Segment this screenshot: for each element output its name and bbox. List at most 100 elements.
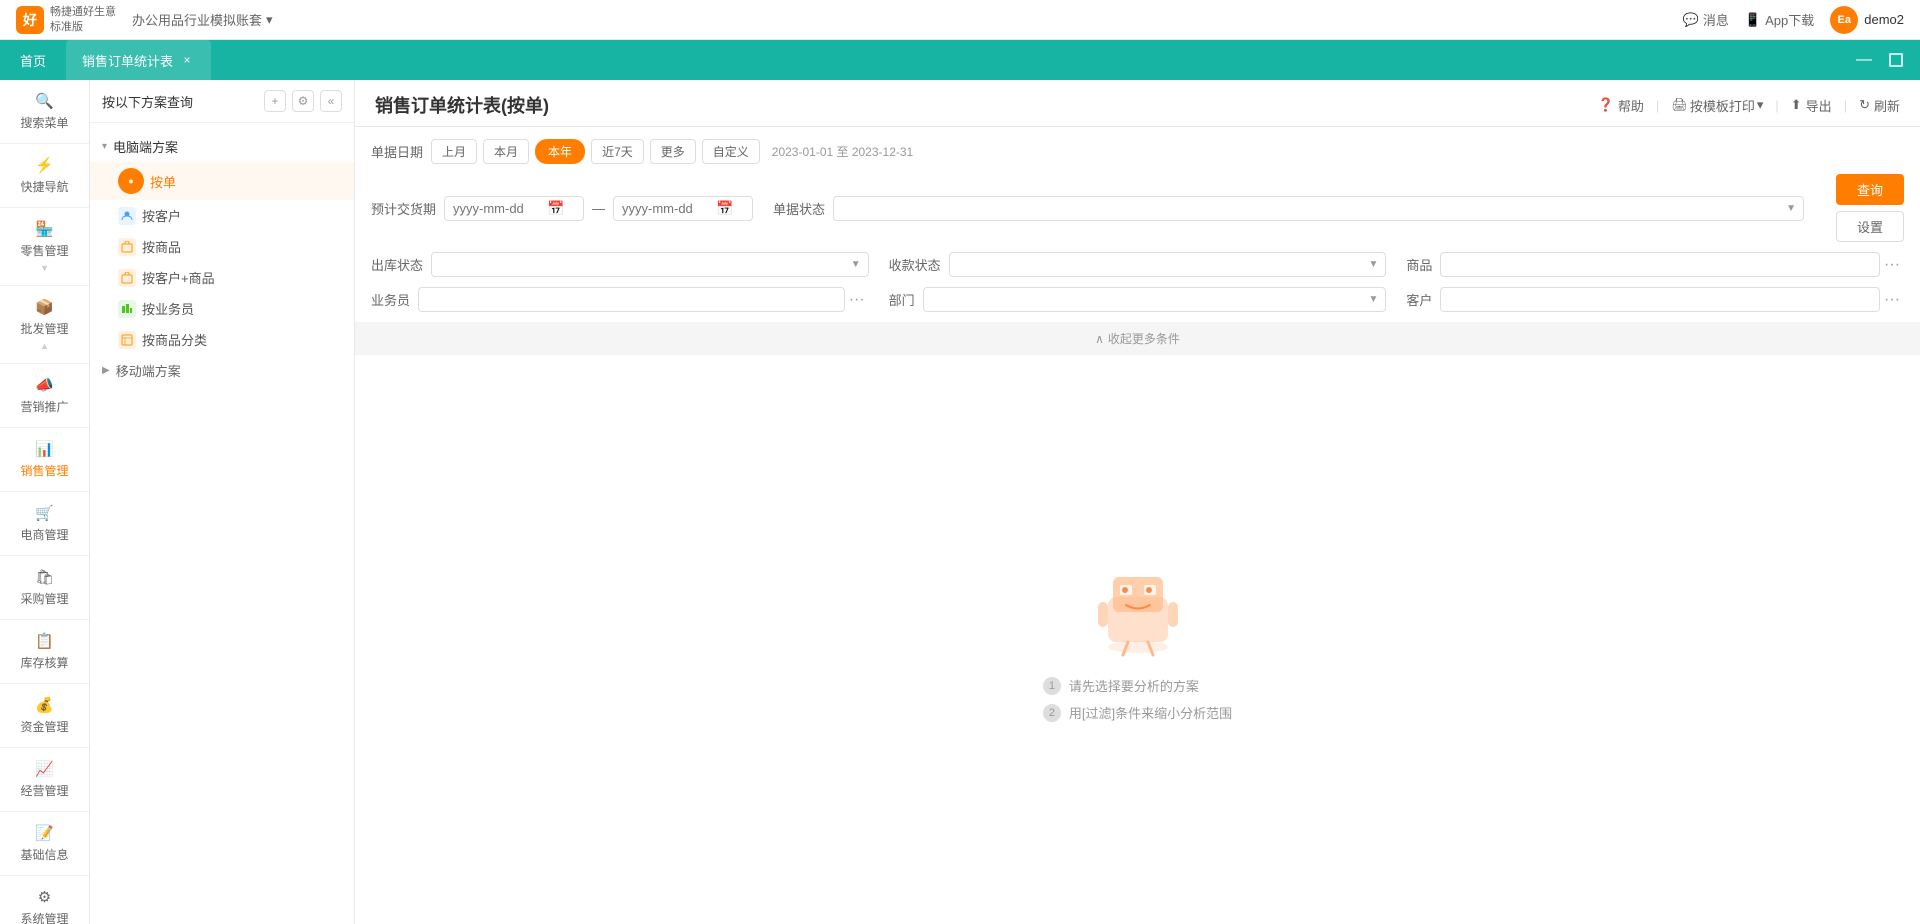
- filter-section: 单据日期 上月 本月 本年 近7天 更多 自定义 2023-01-01 至 20…: [355, 127, 1920, 355]
- customer-input[interactable]: [1440, 287, 1880, 312]
- sidebar-item-ecommerce[interactable]: 🛒 电商管理: [0, 492, 89, 556]
- sidebar-item-sales[interactable]: 📊 销售管理: [0, 428, 89, 492]
- date-btn-this-year[interactable]: 本年: [535, 139, 585, 164]
- search-icon: 🔍: [35, 92, 54, 110]
- empty-tips: 1 请先选择要分析的方案 2 用[过滤]条件来缩小分析范围: [1043, 676, 1232, 722]
- workspace-arrow-icon: ▾: [266, 12, 273, 28]
- empty-tip-2: 2 用[过滤]条件来缩小分析范围: [1043, 703, 1232, 722]
- delivery-date-from[interactable]: 📅: [444, 196, 584, 221]
- customer-more-btn[interactable]: ···: [1880, 291, 1904, 309]
- date-btn-last-7-days[interactable]: 近7天: [591, 139, 644, 164]
- workspace-selector[interactable]: 办公用品行业模拟账套 ▾: [124, 8, 281, 31]
- export-icon: ⬆: [1791, 97, 1802, 113]
- calendar-from-icon[interactable]: 📅: [547, 200, 564, 217]
- sidebar-item-purchase[interactable]: 🛍 采购管理: [0, 556, 89, 620]
- salesperson-more-btn[interactable]: ···: [845, 291, 869, 309]
- desktop-group-label: 电脑端方案: [113, 137, 178, 156]
- collapse-panel-btn[interactable]: «: [320, 90, 342, 112]
- delivery-status-wrapper: ▼: [431, 252, 869, 277]
- settings-button[interactable]: 设置: [1836, 211, 1904, 242]
- tab-home[interactable]: 首页: [0, 40, 66, 80]
- order-status-select[interactable]: [833, 196, 1804, 221]
- desktop-group-header[interactable]: ▾ 电脑端方案: [90, 131, 354, 162]
- top-bar-right: 💬 消息 📱 App下载 Ea demo2: [1683, 6, 1904, 34]
- tab-bar-right: —: [1852, 48, 1920, 72]
- sidebar-item-operation[interactable]: 📈 经营管理: [0, 748, 89, 812]
- sidebar-item-wholesale[interactable]: 📦 批发管理 ▲: [0, 286, 89, 364]
- export-action[interactable]: ⬆ 导出: [1791, 96, 1832, 115]
- logo-area: 好 畅捷通好生意 标准版: [16, 5, 116, 34]
- user-name: demo2: [1864, 12, 1904, 27]
- customer-input-wrapper: ···: [1440, 287, 1904, 312]
- calendar-to-icon[interactable]: 📅: [716, 200, 733, 217]
- finance-icon: 💰: [35, 696, 54, 714]
- left-panel-title: 按以下方案查询: [102, 92, 258, 111]
- scheme-item-by-salesperson[interactable]: 按业务员: [90, 293, 354, 324]
- customer-label: 客户: [1406, 290, 1432, 309]
- collapse-bar[interactable]: ∧ 收起更多条件: [355, 322, 1920, 355]
- sidebar-item-retail[interactable]: 🏪 零售管理 ▼: [0, 208, 89, 286]
- empty-tip-1: 1 请先选择要分析的方案: [1043, 676, 1232, 695]
- delivery-from-input[interactable]: [453, 201, 543, 216]
- date-buttons: 上月 本月 本年 近7天 更多 自定义: [431, 139, 760, 164]
- wholesale-expand-icon: ▲: [40, 341, 49, 351]
- delivery-date-label: 预计交货期: [371, 199, 436, 218]
- dept-label: 部门: [889, 290, 915, 309]
- refresh-action[interactable]: ↻ 刷新: [1859, 96, 1900, 115]
- delivery-to-input[interactable]: [622, 201, 712, 216]
- left-panel-actions: + ⚙ «: [264, 90, 342, 112]
- scheme-item-by-customer-product[interactable]: 按客户+商品: [90, 262, 354, 293]
- tab-bar: 首页 销售订单统计表 × —: [0, 40, 1920, 80]
- sidebar-item-quick-nav[interactable]: ⚡ 快捷导航: [0, 144, 89, 208]
- by-product-icon: [118, 238, 136, 256]
- settings-scheme-btn[interactable]: ⚙: [292, 90, 314, 112]
- operation-icon: 📈: [35, 760, 54, 778]
- refresh-icon: ↻: [1859, 97, 1870, 113]
- tab-maximize-btn[interactable]: [1884, 48, 1908, 72]
- add-scheme-btn[interactable]: +: [264, 90, 286, 112]
- top-bar: 好 畅捷通好生意 标准版 办公用品行业模拟账套 ▾ 💬 消息 📱 App下载 E…: [0, 0, 1920, 40]
- product-more-btn[interactable]: ···: [1880, 256, 1904, 274]
- delivery-date-to[interactable]: 📅: [613, 196, 753, 221]
- payment-status-select[interactable]: [949, 252, 1387, 277]
- date-dash: —: [592, 201, 605, 216]
- scheme-item-by-customer[interactable]: 按客户: [90, 200, 354, 231]
- sidebar-item-finance[interactable]: 💰 资金管理: [0, 684, 89, 748]
- sidebar-item-system[interactable]: ⚙ 系统管理: [0, 876, 89, 924]
- date-btn-last-month[interactable]: 上月: [431, 139, 477, 164]
- mobile-group-label: 移动端方案: [116, 361, 181, 380]
- scheme-item-by-category[interactable]: 按商品分类: [90, 324, 354, 355]
- tab-minimize-btn[interactable]: —: [1852, 48, 1876, 72]
- query-button[interactable]: 查询: [1836, 174, 1904, 205]
- date-btn-custom[interactable]: 自定义: [702, 139, 760, 164]
- tab-active[interactable]: 销售订单统计表 ×: [66, 40, 211, 80]
- date-btn-more[interactable]: 更多: [650, 139, 696, 164]
- sidebar-item-basic-info[interactable]: 📝 基础信息: [0, 812, 89, 876]
- sidebar-item-search[interactable]: 🔍 搜索菜单: [0, 80, 89, 144]
- app-download-action[interactable]: 📱 App下载: [1745, 10, 1814, 29]
- product-input[interactable]: [1440, 252, 1880, 277]
- empty-illustration: [1078, 557, 1198, 660]
- system-icon: ⚙: [38, 888, 51, 906]
- scheme-item-by-product[interactable]: 按商品: [90, 231, 354, 262]
- product-label: 商品: [1406, 255, 1432, 274]
- salesperson-input[interactable]: [418, 287, 845, 312]
- tip-num-1: 1: [1043, 677, 1061, 695]
- dept-select[interactable]: [923, 287, 1387, 312]
- scheme-item-by-order[interactable]: ● 按单: [90, 162, 354, 200]
- desktop-scheme-group: ▾ 电脑端方案 ● 按单 按客户: [90, 131, 354, 355]
- date-btn-this-month[interactable]: 本月: [483, 139, 529, 164]
- message-action[interactable]: 💬 消息: [1683, 10, 1729, 29]
- sidebar-item-marketing[interactable]: 📣 营销推广: [0, 364, 89, 428]
- mobile-group-header[interactable]: ▶ 移动端方案: [90, 355, 354, 386]
- user-info[interactable]: Ea demo2: [1830, 6, 1904, 34]
- add-icon: +: [271, 94, 278, 108]
- date-range-display: 2023-01-01 至 2023-12-31: [772, 143, 913, 160]
- tab-close-icon[interactable]: ×: [179, 52, 195, 68]
- by-salesperson-icon: [118, 300, 136, 318]
- delivery-status-select[interactable]: [431, 252, 869, 277]
- sidebar-item-inventory[interactable]: 📋 库存核算: [0, 620, 89, 684]
- order-status-label: 单据状态: [773, 199, 825, 218]
- print-action[interactable]: 🖨 按模板打印 ▾: [1671, 96, 1763, 115]
- help-action[interactable]: ❓ 帮助: [1598, 96, 1644, 115]
